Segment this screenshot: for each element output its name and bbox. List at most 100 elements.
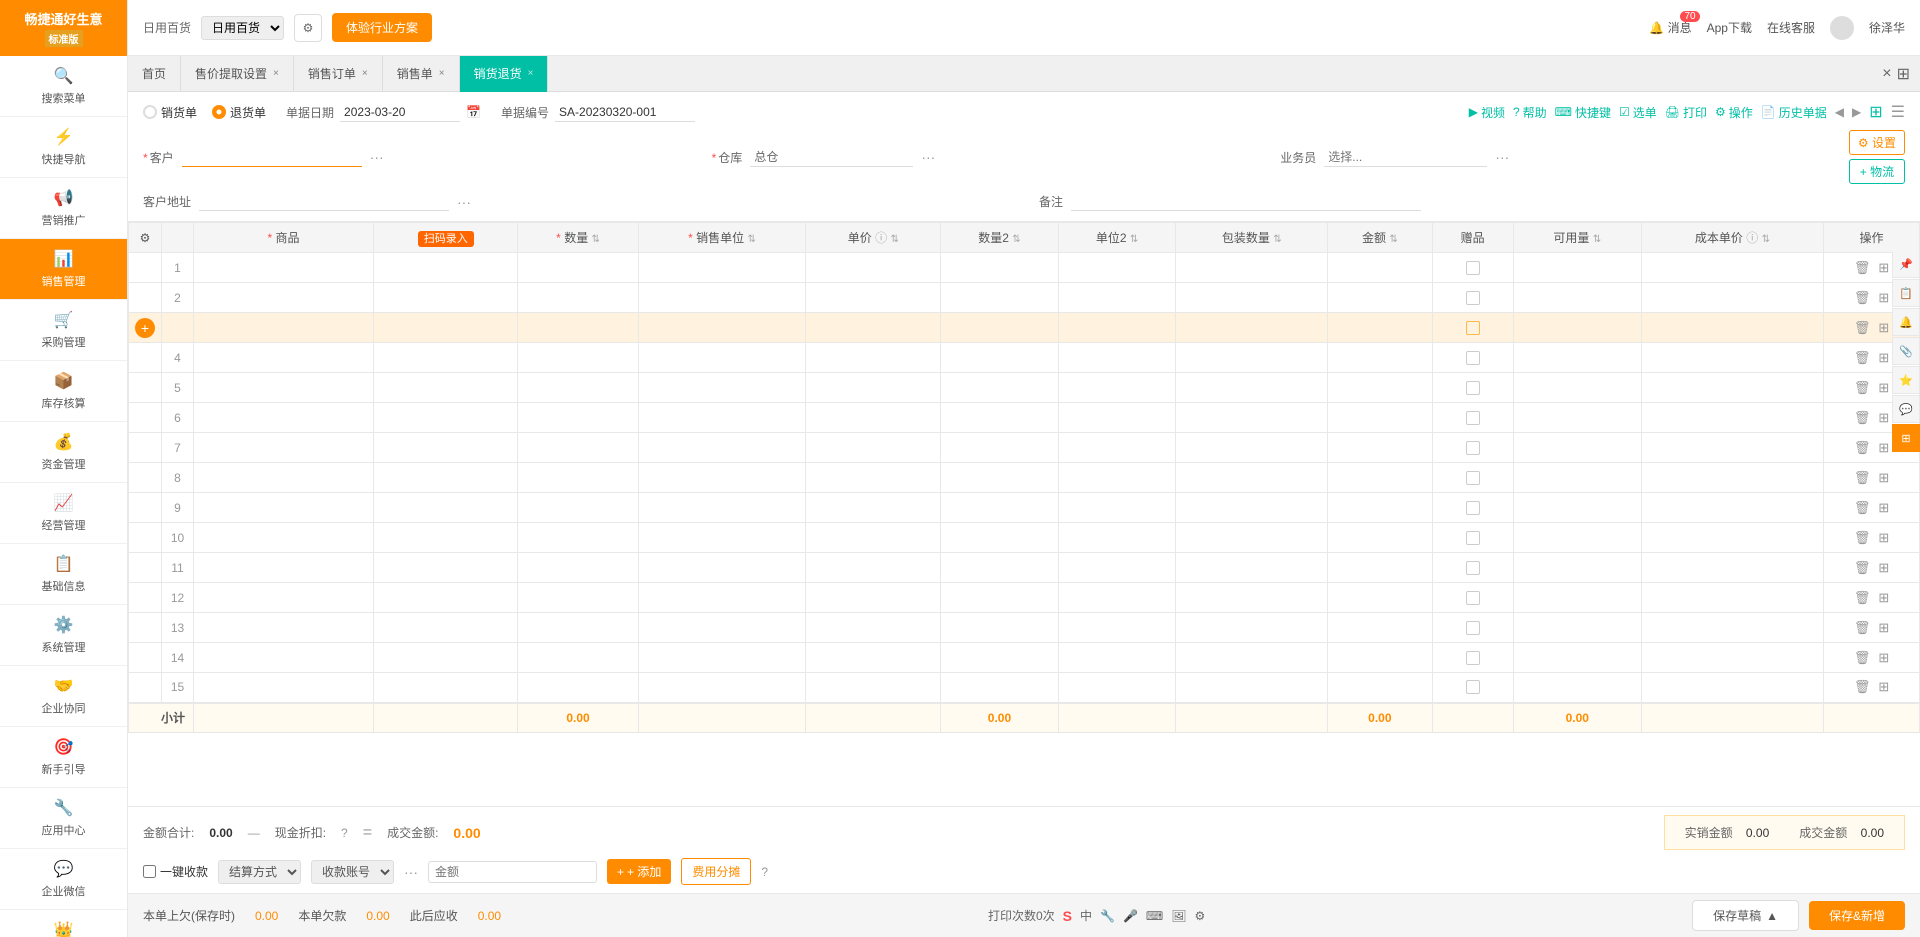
- right-icon-1[interactable]: 📌: [1892, 250, 1920, 278]
- list-view-icon[interactable]: ☰: [1891, 102, 1905, 122]
- delete-icon[interactable]: 🗑: [1854, 350, 1871, 366]
- delete-icon[interactable]: 🗑: [1854, 320, 1871, 336]
- delete-icon[interactable]: 🗑: [1854, 679, 1871, 695]
- sidebar-item-sales[interactable]: 📊 销售管理: [0, 239, 127, 300]
- gift-checkbox[interactable]: [1466, 621, 1480, 635]
- help-action[interactable]: ? 帮助: [1513, 104, 1547, 121]
- product-cell-active[interactable]: [194, 313, 374, 343]
- calc-method-select[interactable]: 结算方式: [218, 860, 301, 884]
- copy-icon[interactable]: ⊞: [1878, 530, 1889, 546]
- sort-icon[interactable]: ⇅: [1389, 234, 1397, 245]
- gift-checkbox[interactable]: [1466, 501, 1480, 515]
- sort-icon[interactable]: ⇅: [1593, 234, 1601, 245]
- sidebar-item-shortcut[interactable]: ⚡ 快捷导航: [0, 117, 127, 178]
- qty2-cell[interactable]: [941, 313, 1059, 343]
- qty-cell[interactable]: [518, 253, 638, 283]
- sidebar-item-operations[interactable]: 📈 经营管理: [0, 483, 127, 544]
- sort-icon[interactable]: ⇅: [1130, 234, 1138, 245]
- breadcrumb-select[interactable]: 日用百货: [201, 16, 284, 40]
- unit-price-cell[interactable]: [806, 283, 941, 313]
- delete-icon[interactable]: 🗑: [1854, 590, 1871, 606]
- col-scan[interactable]: 扫码录入: [374, 223, 518, 253]
- delete-icon[interactable]: 🗑: [1854, 410, 1871, 426]
- copy-icon[interactable]: ⊞: [1878, 410, 1889, 426]
- add-payment-button[interactable]: + + 添加: [607, 859, 671, 884]
- save-draft-button[interactable]: 保存草稿 ▲: [1692, 900, 1799, 931]
- shortcut-action[interactable]: ⌨ 快捷键: [1555, 104, 1611, 121]
- right-icon-5[interactable]: ⭐: [1892, 366, 1920, 394]
- close-icon[interactable]: ×: [439, 68, 445, 79]
- copy-icon[interactable]: ⊞: [1878, 590, 1889, 606]
- copy-icon[interactable]: ⊞: [1878, 260, 1889, 276]
- col-settings[interactable]: ⚙: [129, 223, 162, 253]
- remarks-input[interactable]: [1071, 192, 1421, 211]
- number-input[interactable]: [555, 103, 695, 122]
- product-input[interactable]: [200, 320, 367, 335]
- delete-icon[interactable]: 🗑: [1854, 650, 1871, 666]
- restore-window-icon[interactable]: ⊞: [1897, 64, 1910, 84]
- copy-icon[interactable]: ⊞: [1878, 350, 1889, 366]
- sidebar-item-search[interactable]: 🔍 搜索菜单: [0, 56, 127, 117]
- copy-icon[interactable]: ⊞: [1878, 650, 1889, 666]
- close-icon[interactable]: ×: [528, 68, 534, 79]
- copy-icon[interactable]: ⊞: [1878, 500, 1889, 516]
- cost-info-icon[interactable]: ⓘ: [1746, 231, 1758, 245]
- add-row-button[interactable]: +: [135, 318, 155, 338]
- gift-checkbox[interactable]: [1466, 531, 1480, 545]
- one-click-payment-checkbox[interactable]: 一键收款: [143, 863, 208, 880]
- expense-split-button[interactable]: 费用分摊: [681, 858, 751, 885]
- customer-input[interactable]: [182, 148, 362, 167]
- package-qty-cell[interactable]: [1176, 313, 1328, 343]
- sidebar-item-enterprise[interactable]: 🤝 企业协同: [0, 666, 127, 727]
- right-icon-active[interactable]: ⊞: [1892, 424, 1920, 452]
- tab-home[interactable]: 首页: [128, 56, 181, 92]
- close-all-tabs-icon[interactable]: ×: [1882, 65, 1891, 83]
- save-new-button[interactable]: 保存&新增: [1809, 901, 1905, 930]
- expense-help-icon[interactable]: ?: [761, 865, 768, 879]
- discount-question-icon[interactable]: ?: [341, 826, 348, 840]
- tab-sales-return[interactable]: 销货退货 ×: [460, 56, 549, 92]
- copy-icon[interactable]: ⊞: [1878, 380, 1889, 396]
- sort-icon[interactable]: ⇅: [1012, 234, 1020, 245]
- gift-checkbox[interactable]: [1466, 651, 1480, 665]
- gift-checkbox[interactable]: [1466, 261, 1480, 275]
- experience-button[interactable]: 体验行业方案: [332, 13, 432, 42]
- sidebar-item-inventory[interactable]: 📦 库存核算: [0, 361, 127, 422]
- video-action[interactable]: ▶ 视频: [1469, 104, 1505, 121]
- unit2-cell[interactable]: [1058, 283, 1176, 313]
- sort-icon[interactable]: ⇅: [592, 234, 600, 245]
- copy-icon[interactable]: ⊞: [1878, 560, 1889, 576]
- sidebar-item-appstore[interactable]: 🔧 应用中心: [0, 788, 127, 849]
- copy-icon[interactable]: ⊞: [1878, 440, 1889, 456]
- calendar-icon[interactable]: 📅: [466, 105, 481, 119]
- sidebar-item-system[interactable]: ⚙️ 系统管理: [0, 605, 127, 666]
- radio-return[interactable]: 退货单: [212, 104, 266, 121]
- payment-check[interactable]: [143, 865, 156, 878]
- app-download-link[interactable]: App下载: [1707, 19, 1752, 36]
- logistics-button[interactable]: + 物流: [1849, 159, 1905, 184]
- gift-checkbox[interactable]: [1466, 411, 1480, 425]
- copy-icon[interactable]: ⊞: [1878, 679, 1889, 695]
- username[interactable]: 徐泽华: [1869, 19, 1905, 36]
- unit2-cell[interactable]: [1058, 253, 1176, 283]
- gift-checkbox[interactable]: [1466, 291, 1480, 305]
- delete-icon[interactable]: 🗑: [1854, 620, 1871, 636]
- delete-icon[interactable]: 🗑: [1854, 500, 1871, 516]
- gift-checkbox[interactable]: [1466, 471, 1480, 485]
- select-action[interactable]: ☑ 选单: [1619, 104, 1657, 121]
- account-select[interactable]: 收款账号: [311, 860, 394, 884]
- product-cell[interactable]: [194, 253, 374, 283]
- tab-sales-order[interactable]: 销售订单 ×: [294, 56, 383, 92]
- sort-icon[interactable]: ⇅: [1273, 234, 1281, 245]
- delete-icon[interactable]: 🗑: [1854, 470, 1871, 486]
- history-action[interactable]: 📄 历史单据: [1761, 104, 1827, 121]
- copy-icon[interactable]: ⊞: [1878, 620, 1889, 636]
- print-action[interactable]: 🖨 打印: [1665, 104, 1707, 121]
- amount-field[interactable]: [428, 861, 597, 883]
- prev-record-icon[interactable]: ◀: [1835, 105, 1844, 119]
- copy-icon[interactable]: ⊞: [1878, 290, 1889, 306]
- sales-unit-cell[interactable]: [638, 253, 806, 283]
- copy-icon[interactable]: ⊞: [1878, 470, 1889, 486]
- close-icon[interactable]: ×: [362, 68, 368, 79]
- info-icon[interactable]: ⓘ: [875, 231, 887, 245]
